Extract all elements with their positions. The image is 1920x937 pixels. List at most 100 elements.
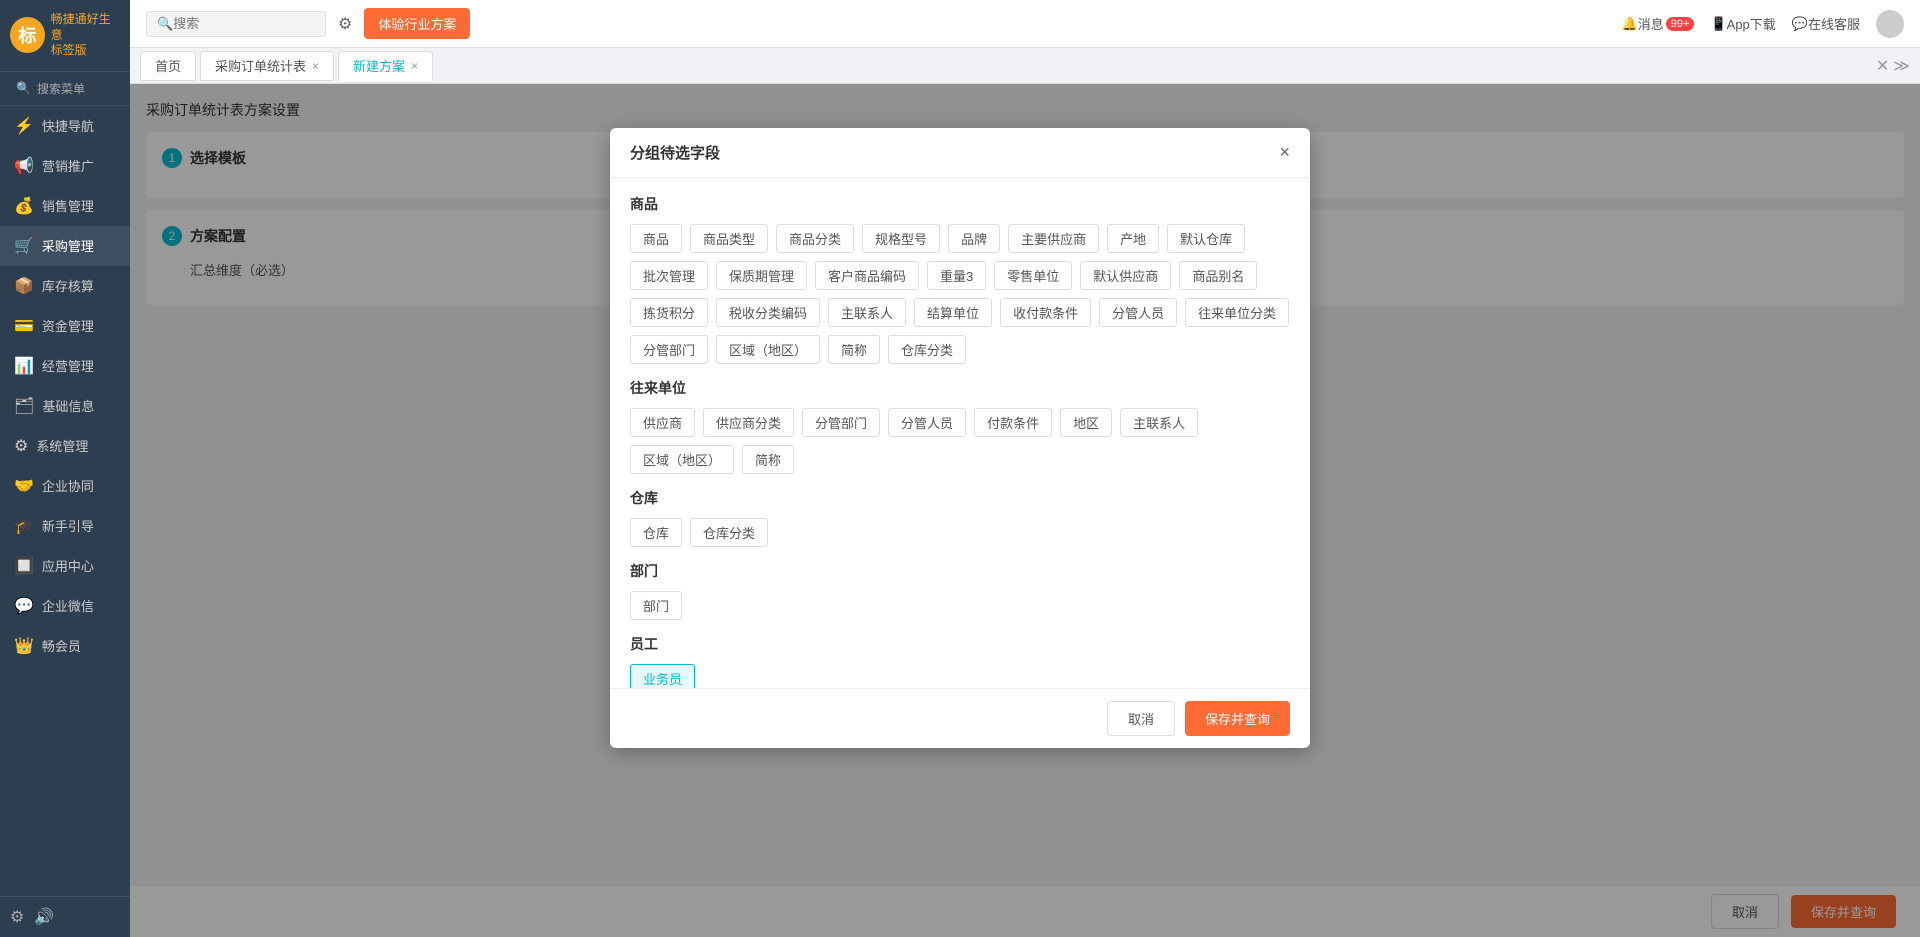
tag-product-alias[interactable]: 商品别名 [1179, 261, 1257, 290]
section-title-employee: 员工 [630, 634, 1290, 654]
tag-retail-unit[interactable]: 零售单位 [994, 261, 1072, 290]
tag-product[interactable]: 商品 [630, 224, 682, 253]
tag-salesperson[interactable]: 业务员 [630, 664, 695, 688]
save-query-button[interactable]: 保存并查询 [1185, 701, 1290, 736]
tag-settlement-unit[interactable]: 结算单位 [914, 298, 992, 327]
tag-main-contact-cpart[interactable]: 主联系人 [1120, 408, 1198, 437]
tabs-close-all[interactable]: ✕ [1876, 56, 1889, 76]
app-logo-text: 畅捷通好生意 标签版 [51, 12, 120, 59]
tag-warehouse[interactable]: 仓库 [630, 518, 682, 547]
finance-icon: 💳 [14, 316, 34, 336]
sidebar-item-quick-nav[interactable]: ⚡ 快捷导航 [0, 106, 130, 146]
notification-item[interactable]: 🔔 消息 99+ [1622, 14, 1695, 33]
sidebar-item-inventory[interactable]: 📦 库存核算 [0, 266, 130, 306]
modal-select-fields: 分组待选字段 × 商品 商品 商品类型 商品分类 规格型号 品牌 主要供应商 产… [610, 128, 1310, 748]
tag-region-product[interactable]: 区域（地区） [716, 335, 820, 364]
tag-product-category[interactable]: 商品分类 [776, 224, 854, 253]
tag-payment-condition[interactable]: 付款条件 [974, 408, 1052, 437]
tag-short-name-cpart[interactable]: 简称 [742, 445, 794, 474]
section-title-warehouse: 仓库 [630, 488, 1290, 508]
header-settings-icon[interactable]: ⚙ [338, 14, 352, 34]
tag-customer-code[interactable]: 客户商品编码 [815, 261, 919, 290]
header-search-box[interactable]: 🔍 [146, 11, 326, 37]
tag-default-warehouse[interactable]: 默认仓库 [1167, 224, 1245, 253]
tag-source-unit-category[interactable]: 往来单位分类 [1185, 298, 1289, 327]
sidebar-item-finance[interactable]: 💳 资金管理 [0, 306, 130, 346]
tag-supplier[interactable]: 供应商 [630, 408, 695, 437]
tag-product-type[interactable]: 商品类型 [690, 224, 768, 253]
search-icon: 🔍 [16, 81, 31, 95]
tag-region-cpart[interactable]: 地区 [1060, 408, 1112, 437]
sidebar-item-operations[interactable]: 📊 经营管理 [0, 346, 130, 386]
tag-spec-type[interactable]: 规格型号 [862, 224, 940, 253]
sales-icon: 💰 [14, 196, 34, 216]
sidebar-item-corp[interactable]: 🤝 企业协同 [0, 466, 130, 506]
tag-supplier-category[interactable]: 供应商分类 [703, 408, 794, 437]
sidebar-item-marketing[interactable]: 📢 营销推广 [0, 146, 130, 186]
header-left: 🔍 ⚙ 体验行业方案 [146, 8, 1622, 39]
system-icon: ⚙ [14, 436, 28, 456]
tag-dept[interactable]: 部门 [630, 591, 682, 620]
wechat-icon: 💬 [14, 596, 34, 616]
tag-managing-dept[interactable]: 分管部门 [630, 335, 708, 364]
tab-purchase-stats-close[interactable]: × [312, 59, 319, 73]
trial-btn[interactable]: 体验行业方案 [364, 8, 470, 39]
sidebar-logo: 标 畅捷通好生意 标签版 [0, 0, 130, 72]
sidebar-item-purchase[interactable]: 🛒 采购管理 [0, 226, 130, 266]
app-download-item[interactable]: 📱 App下载 [1710, 14, 1775, 33]
header-search-input[interactable] [173, 16, 293, 31]
tag-grid-employee: 业务员 [630, 664, 1290, 688]
tag-tax-category-code[interactable]: 税收分类编码 [716, 298, 820, 327]
user-avatar[interactable] [1876, 10, 1904, 38]
tag-main-contact[interactable]: 主联系人 [828, 298, 906, 327]
tag-brand[interactable]: 品牌 [948, 224, 1000, 253]
tag-short-name-product[interactable]: 简称 [828, 335, 880, 364]
app-logo-icon: 标 [10, 17, 45, 53]
tab-home[interactable]: 首页 [140, 51, 196, 81]
online-service-item[interactable]: 💬 在线客服 [1792, 14, 1860, 33]
appcenter-icon: 🔲 [14, 556, 34, 576]
cancel-button[interactable]: 取消 [1107, 701, 1175, 736]
tag-manage-person[interactable]: 分管人员 [888, 408, 966, 437]
tag-payment-terms[interactable]: 收付款条件 [1000, 298, 1091, 327]
modal-close-btn[interactable]: × [1279, 142, 1290, 163]
tag-batch-mgmt[interactable]: 批次管理 [630, 261, 708, 290]
tab-purchase-stats[interactable]: 采购订单统计表 × [200, 51, 334, 81]
sidebar-item-sales[interactable]: 💰 销售管理 [0, 186, 130, 226]
marketing-icon: 📢 [14, 156, 34, 176]
tag-warehouse-category-product[interactable]: 仓库分类 [888, 335, 966, 364]
section-title-product: 商品 [630, 194, 1290, 214]
sidebar-item-wechat[interactable]: 💬 企业微信 [0, 586, 130, 626]
tag-warehouse-category[interactable]: 仓库分类 [690, 518, 768, 547]
tag-grid-warehouse: 仓库 仓库分类 [630, 518, 1290, 547]
tab-new-plan-close[interactable]: × [411, 59, 418, 73]
tag-region-area[interactable]: 区域（地区） [630, 445, 734, 474]
sidebar-bottom: ⚙ 🔊 [0, 896, 130, 937]
sidebar-item-member[interactable]: 👑 畅会员 [0, 626, 130, 666]
tag-main-supplier[interactable]: 主要供应商 [1008, 224, 1099, 253]
tabs-more[interactable]: ≫ [1893, 56, 1910, 76]
sidebar-item-newbie[interactable]: 🎓 新手引导 [0, 506, 130, 546]
sidebar-search[interactable]: 🔍 搜索菜单 [0, 72, 130, 106]
member-icon: 👑 [14, 636, 34, 656]
tag-default-supplier[interactable]: 默认供应商 [1080, 261, 1171, 290]
tag-origin[interactable]: 产地 [1107, 224, 1159, 253]
corp-icon: 🤝 [14, 476, 34, 496]
tag-pickup-points[interactable]: 拣货积分 [630, 298, 708, 327]
purchase-icon: 🛒 [14, 236, 34, 256]
tag-weight3[interactable]: 重量3 [927, 261, 986, 290]
settings-bottom-icon[interactable]: ⚙ [10, 907, 24, 927]
sidebar-item-appcenter[interactable]: 🔲 应用中心 [0, 546, 130, 586]
audio-bottom-icon[interactable]: 🔊 [34, 907, 54, 927]
operations-icon: 📊 [14, 356, 34, 376]
tag-manage-dept[interactable]: 分管部门 [802, 408, 880, 437]
tag-manager[interactable]: 分管人员 [1099, 298, 1177, 327]
notification-badge: 99+ [1666, 17, 1695, 31]
sidebar-item-basics[interactable]: 🗂 基础信息 [0, 386, 130, 426]
tag-grid-product: 商品 商品类型 商品分类 规格型号 品牌 主要供应商 产地 默认仓库 批次管理 … [630, 224, 1290, 364]
tab-new-plan[interactable]: 新建方案 × [338, 51, 433, 81]
app-download-icon: 📱 [1710, 16, 1726, 32]
sidebar-item-system[interactable]: ⚙ 系统管理 [0, 426, 130, 466]
basics-icon: 🗂 [14, 396, 34, 416]
tag-quality-mgmt[interactable]: 保质期管理 [716, 261, 807, 290]
